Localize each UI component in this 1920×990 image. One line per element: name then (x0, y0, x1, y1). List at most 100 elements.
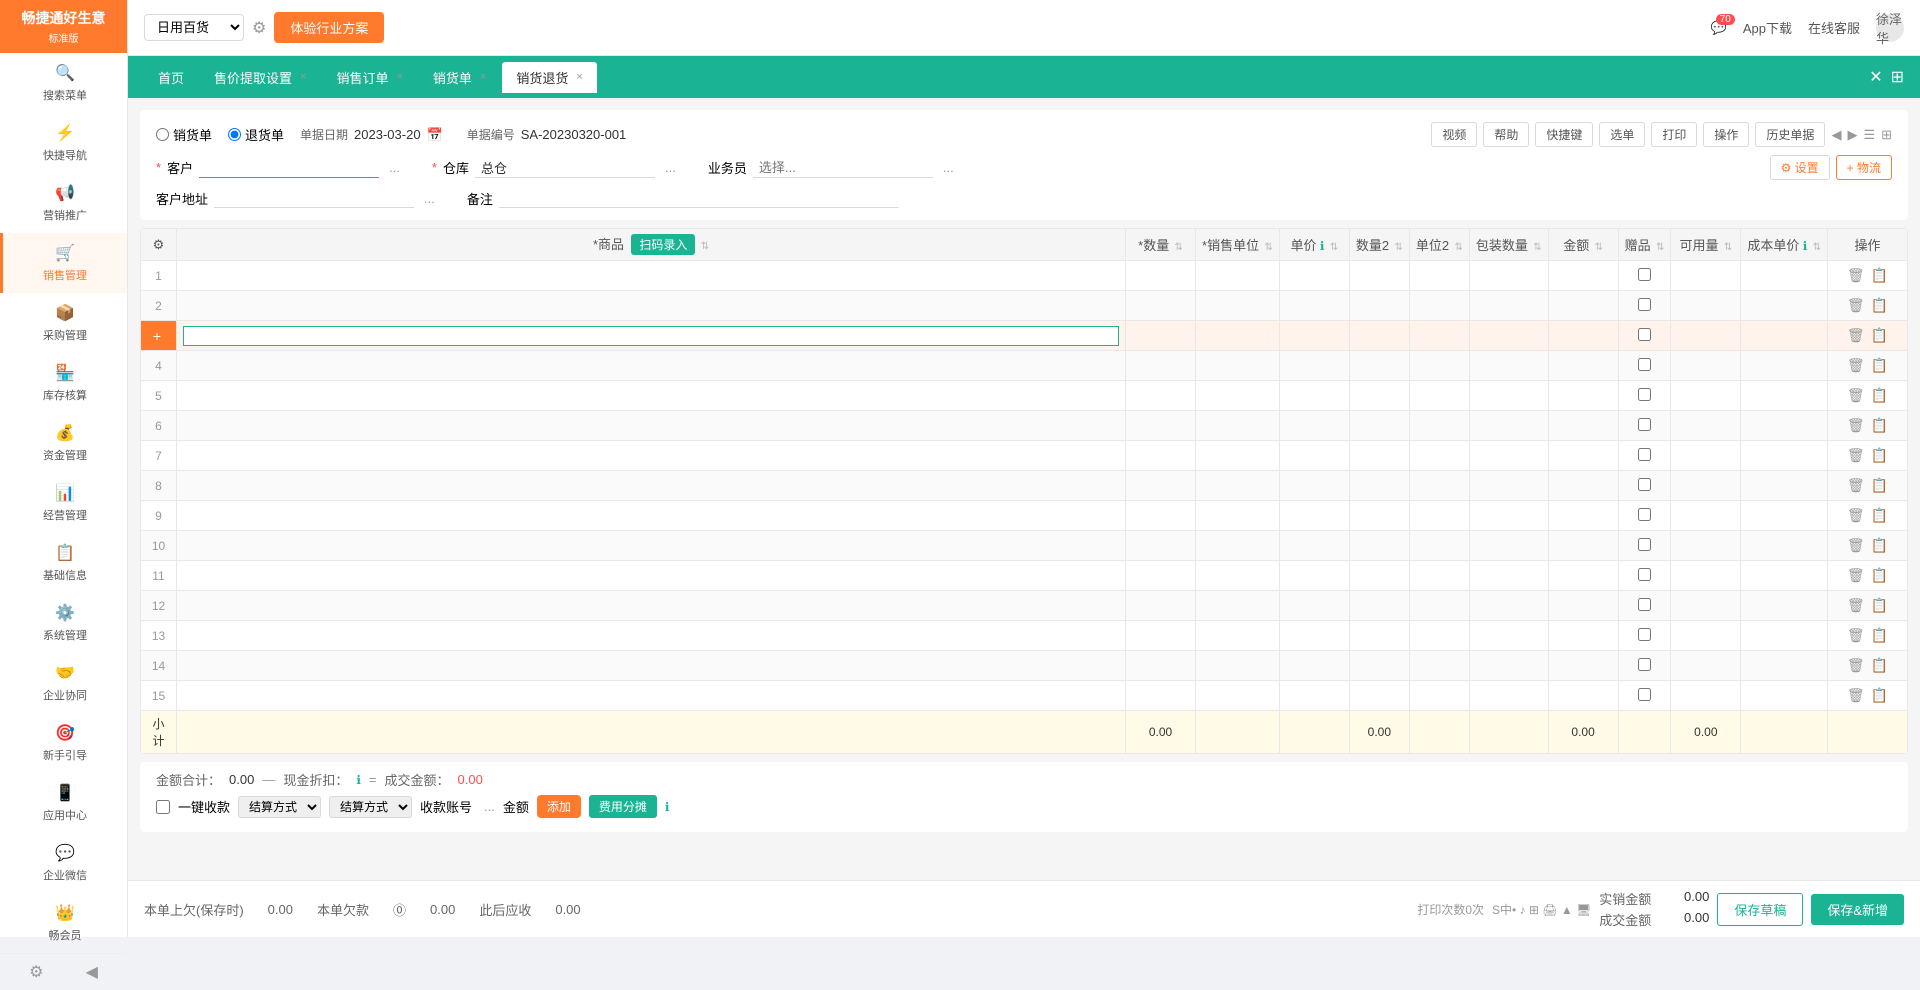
salesperson-input[interactable] (753, 158, 933, 178)
qty2-cell[interactable] (1349, 651, 1409, 681)
sales-unit-cell[interactable] (1196, 591, 1280, 621)
industry-select[interactable]: 日用百货 (144, 14, 244, 41)
unit2-cell[interactable] (1409, 621, 1469, 651)
sales-unit-cell[interactable] (1196, 441, 1280, 471)
tab-price-setting-close[interactable]: × (300, 71, 306, 83)
copy-row-button[interactable]: 📋 (1871, 687, 1888, 704)
available-cell[interactable] (1671, 591, 1741, 621)
cost-unit-cell[interactable] (1741, 621, 1828, 651)
cost-sort-icon[interactable]: ⇅ (1813, 242, 1821, 253)
gift-cell[interactable] (1618, 291, 1671, 321)
sales-unit-cell[interactable] (1196, 681, 1280, 711)
qty-cell[interactable] (1126, 531, 1196, 561)
qty-cell[interactable] (1126, 621, 1196, 651)
cost-unit-cell[interactable] (1741, 471, 1828, 501)
delete-row-button[interactable]: 🗑 (1847, 537, 1865, 554)
salesperson-more-icon[interactable]: ... (943, 160, 954, 175)
product-cell[interactable] (177, 411, 1126, 441)
sidebar-item-marketing[interactable]: 📢 营销推广 (0, 173, 127, 233)
tab-sales-return[interactable]: 销货退货 × (502, 62, 596, 93)
qty2-cell[interactable] (1349, 531, 1409, 561)
unit-price-cell[interactable] (1279, 531, 1349, 561)
qty-cell[interactable] (1126, 651, 1196, 681)
product-cell[interactable] (177, 321, 1126, 351)
product-sort-icon[interactable]: ⇅ (701, 241, 709, 252)
qty2-sort-icon[interactable]: ⇅ (1394, 242, 1402, 253)
cost-unit-cell[interactable] (1741, 561, 1828, 591)
copy-row-button[interactable]: 📋 (1871, 417, 1888, 434)
nav-next-icon[interactable]: ▶ (1847, 127, 1857, 143)
product-cell[interactable] (177, 651, 1126, 681)
product-cell[interactable] (177, 591, 1126, 621)
delete-row-button[interactable]: 🗑 (1847, 327, 1865, 344)
table-gear-icon[interactable]: ⚙ (153, 237, 165, 252)
sales-unit-cell[interactable] (1196, 261, 1280, 291)
calc-method-select[interactable]: 结算方式 (329, 796, 412, 818)
topbar-gear-icon[interactable]: ⚙ (252, 18, 266, 38)
qty-sort-icon[interactable]: ⇅ (1175, 242, 1183, 253)
gift-cell[interactable] (1618, 351, 1671, 381)
available-cell[interactable] (1671, 531, 1741, 561)
gift-checkbox[interactable] (1638, 598, 1651, 611)
available-cell[interactable] (1671, 291, 1741, 321)
gift-checkbox[interactable] (1638, 658, 1651, 671)
gift-checkbox[interactable] (1638, 358, 1651, 371)
product-input[interactable] (183, 326, 1119, 346)
gift-sort-icon[interactable]: ⇅ (1656, 242, 1664, 253)
qty-cell[interactable] (1126, 411, 1196, 441)
unit2-cell[interactable] (1409, 381, 1469, 411)
qty2-cell[interactable] (1349, 411, 1409, 441)
available-cell[interactable] (1671, 501, 1741, 531)
unit2-cell[interactable] (1409, 411, 1469, 441)
delete-row-button[interactable]: 🗑 (1847, 267, 1865, 284)
qty2-cell[interactable] (1349, 561, 1409, 591)
tab-home[interactable]: 首页 (144, 62, 198, 93)
copy-row-button[interactable]: 📋 (1871, 597, 1888, 614)
tab-sales-order-close[interactable]: × (396, 71, 402, 83)
qty-cell[interactable] (1126, 501, 1196, 531)
product-cell[interactable] (177, 501, 1126, 531)
cost-unit-cell[interactable] (1741, 411, 1828, 441)
sidebar-item-operation[interactable]: 📊 经营管理 (0, 473, 127, 533)
amount-cell[interactable] (1548, 501, 1618, 531)
delete-row-button[interactable]: 🗑 (1847, 657, 1865, 674)
gift-checkbox[interactable] (1638, 568, 1651, 581)
pkg-qty-cell[interactable] (1469, 351, 1548, 381)
available-cell[interactable] (1671, 351, 1741, 381)
product-cell[interactable] (177, 471, 1126, 501)
amount-cell[interactable] (1548, 381, 1618, 411)
amount-cell[interactable] (1548, 681, 1618, 711)
copy-row-button[interactable]: 📋 (1871, 657, 1888, 674)
copy-row-button[interactable]: 📋 (1871, 387, 1888, 404)
pkg-qty-cell[interactable] (1469, 591, 1548, 621)
cost-unit-cell[interactable] (1741, 531, 1828, 561)
delete-row-button[interactable]: 🗑 (1847, 687, 1865, 704)
sidebar-item-shortcut[interactable]: ⚡ 快捷导航 (0, 113, 127, 173)
gift-cell[interactable] (1618, 561, 1671, 591)
addr-more-icon[interactable]: ... (424, 191, 435, 206)
available-cell[interactable] (1671, 471, 1741, 501)
unit-price-cell[interactable] (1279, 351, 1349, 381)
pkg-qty-cell[interactable] (1469, 471, 1548, 501)
amount-cell[interactable] (1548, 321, 1618, 351)
product-cell[interactable] (177, 351, 1126, 381)
gift-checkbox[interactable] (1638, 688, 1651, 701)
price-sort-icon[interactable]: ⇅ (1330, 242, 1338, 253)
add-payment-btn[interactable]: 添加 (537, 795, 581, 818)
qty-cell[interactable] (1126, 561, 1196, 591)
available-cell[interactable] (1671, 261, 1741, 291)
unit2-cell[interactable] (1409, 681, 1469, 711)
tab-sales-return-close[interactable]: × (576, 71, 582, 83)
add-logistics-btn[interactable]: + 物流 (1836, 155, 1892, 180)
warehouse-input[interactable] (475, 158, 655, 178)
sidebar-item-purchase[interactable]: 📦 采购管理 (0, 293, 127, 353)
avail-sort-icon[interactable]: ⇅ (1724, 242, 1732, 253)
cost-unit-cell[interactable] (1741, 591, 1828, 621)
radio-sales-input[interactable] (156, 128, 169, 141)
cost-unit-cell[interactable] (1741, 651, 1828, 681)
cost-unit-cell[interactable] (1741, 441, 1828, 471)
gift-cell[interactable] (1618, 381, 1671, 411)
gift-cell[interactable] (1618, 411, 1671, 441)
expand-icon[interactable]: ⊞ (1891, 67, 1904, 87)
unit-price-cell[interactable] (1279, 471, 1349, 501)
